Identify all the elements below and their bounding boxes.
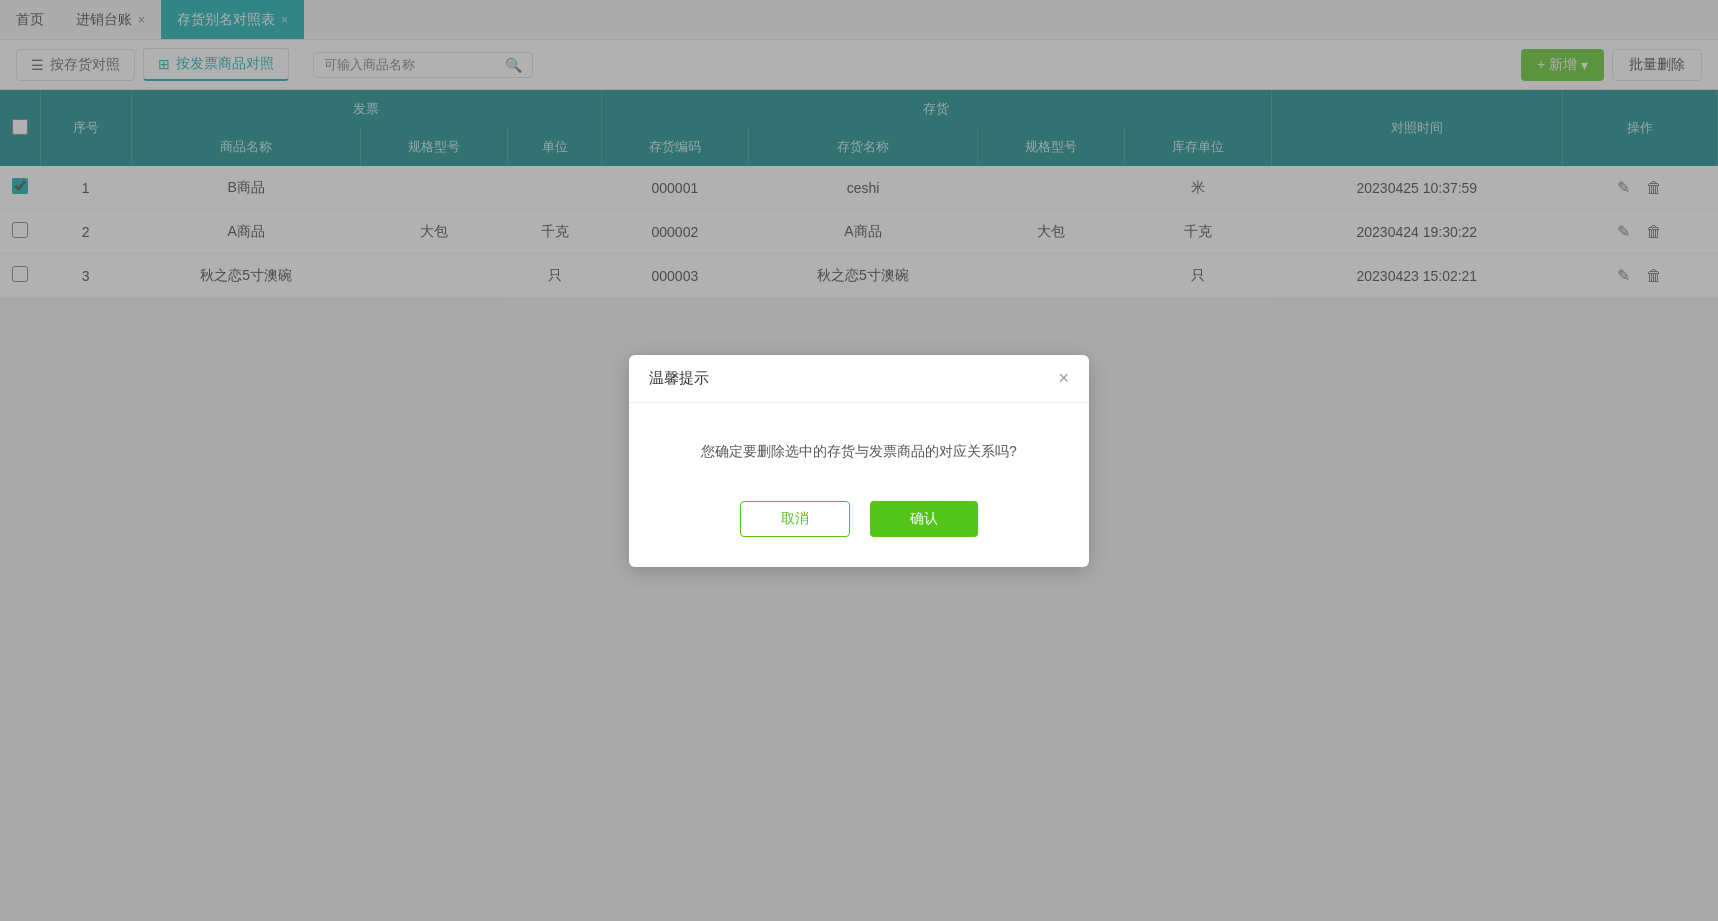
dialog-overlay: 温馨提示 × 您确定要删除选中的存货与发票商品的对应关系吗? 取消 确认 bbox=[0, 0, 1718, 298]
